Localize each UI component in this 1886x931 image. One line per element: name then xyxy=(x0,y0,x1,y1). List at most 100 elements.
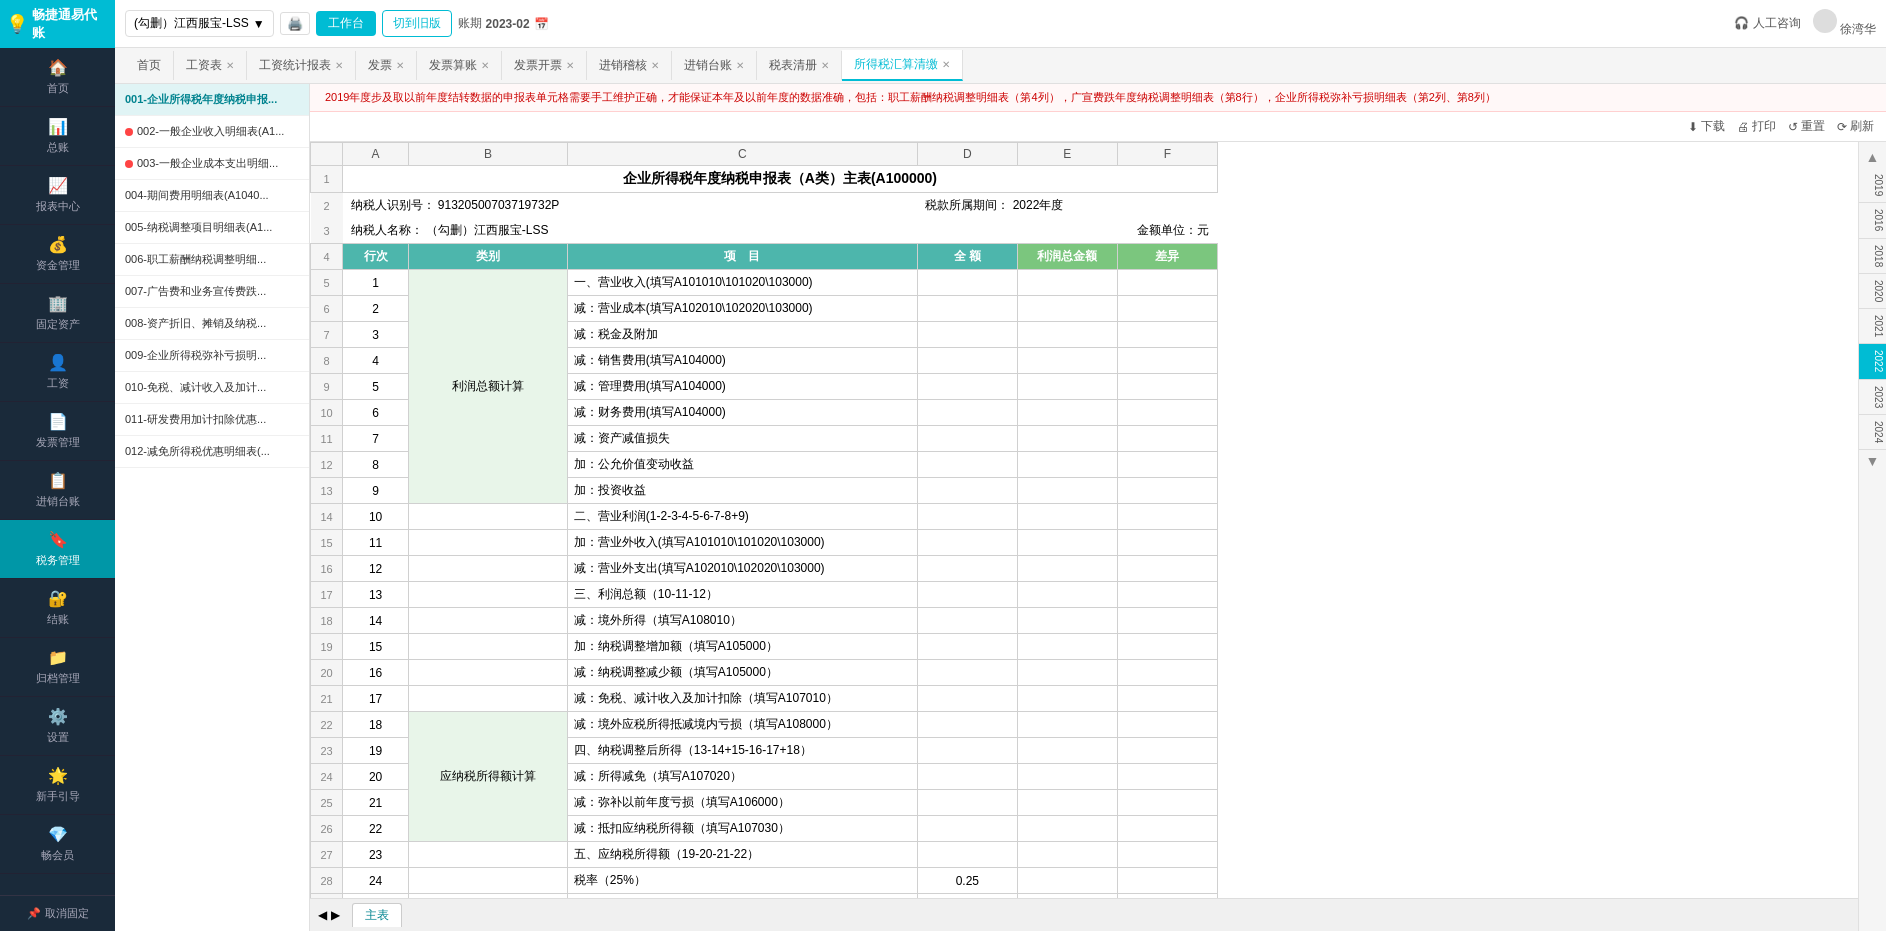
tab-home[interactable]: 首页 xyxy=(125,51,174,80)
table-row: 19 15 加：纳税调整增加额（填写A105000） xyxy=(311,634,1218,660)
item-label: 001-企业所得税年度纳税申报... xyxy=(125,92,277,107)
tab-close-icon[interactable]: ✕ xyxy=(736,60,744,71)
year-2019[interactable]: 2019 xyxy=(1859,168,1886,203)
tab-close-icon[interactable]: ✕ xyxy=(821,60,829,71)
amount-cell xyxy=(917,686,1017,712)
nav-left-arrow[interactable]: ◀ xyxy=(318,908,327,922)
row-number: 24 xyxy=(311,764,343,790)
print-icon-button[interactable]: 🖨️ xyxy=(280,12,310,35)
tab-close-icon[interactable]: ✕ xyxy=(651,60,659,71)
workspace-button[interactable]: 工作台 xyxy=(316,11,376,36)
left-panel-item-012[interactable]: 012-减免所得税优惠明细表(... xyxy=(115,436,309,468)
pin-icon: 📌 xyxy=(27,907,41,920)
profit-cell xyxy=(1017,504,1117,530)
tab-close-icon[interactable]: ✕ xyxy=(942,59,950,70)
tab-close-icon[interactable]: ✕ xyxy=(396,60,404,71)
left-panel-item-011[interactable]: 011-研发费用加计扣除优惠... xyxy=(115,404,309,436)
sidebar-item-guide[interactable]: 🌟 新手引导 xyxy=(0,756,115,815)
profit-cell xyxy=(1017,764,1117,790)
col-header-d: D xyxy=(917,143,1017,166)
left-panel-item-005[interactable]: 005-纳税调整项目明细表(A1... xyxy=(115,212,309,244)
sidebar-item-invoice[interactable]: 📄 发票管理 xyxy=(0,402,115,461)
left-panel-item-006[interactable]: 006-职工薪酬纳税调整明细... xyxy=(115,244,309,276)
tab-payroll-stats[interactable]: 工资统计报表 ✕ xyxy=(247,51,356,80)
sidebar-item-settings[interactable]: ⚙️ 设置 xyxy=(0,697,115,756)
sidebar-item-home[interactable]: 🏠 首页 xyxy=(0,48,115,107)
content-area: 001-企业所得税年度纳税申报... 002-一般企业收入明细表(A1... 0… xyxy=(115,84,1886,931)
left-panel-item-001[interactable]: 001-企业所得税年度纳税申报... xyxy=(115,84,309,116)
sidebar-item-label: 新手引导 xyxy=(36,789,80,804)
year-2022[interactable]: 2022 xyxy=(1859,344,1886,379)
refresh-button[interactable]: ⟳ 刷新 xyxy=(1837,118,1874,135)
row-number: 22 xyxy=(311,712,343,738)
sidebar-item-member[interactable]: 💎 畅会员 xyxy=(0,815,115,874)
year-2024[interactable]: 2024 xyxy=(1859,415,1886,450)
download-button[interactable]: ⬇ 下载 xyxy=(1688,118,1725,135)
company-selector[interactable]: (勾删）江西服宝-LSS ▼ xyxy=(125,10,274,37)
amount-cell xyxy=(917,764,1017,790)
tab-tax-clearance[interactable]: 税表清册 ✕ xyxy=(757,51,842,80)
old-version-button[interactable]: 切到旧版 xyxy=(382,10,452,37)
tab-invoice-calc[interactable]: 发票算账 ✕ xyxy=(417,51,502,80)
sidebar-item-payroll[interactable]: 👤 工资 xyxy=(0,343,115,402)
pin-label: 取消固定 xyxy=(45,906,89,921)
table-row: 5 1 利润总额计算 一、营业收入(填写A101010\101020\10300… xyxy=(311,270,1218,296)
tab-close-icon[interactable]: ✕ xyxy=(335,60,343,71)
sidebar-item-fixed-assets[interactable]: 🏢 固定资产 xyxy=(0,284,115,343)
sidebar-item-sales-ledger[interactable]: 📋 进销台账 xyxy=(0,461,115,520)
tab-payroll[interactable]: 工资表 ✕ xyxy=(174,51,247,80)
item-cell: 减：营业成本(填写A102010\102020\103000) xyxy=(567,296,917,322)
sidebar-pin-toggle[interactable]: 📌 取消固定 xyxy=(0,895,115,931)
year-2020[interactable]: 2020 xyxy=(1859,274,1886,309)
left-panel-item-003[interactable]: 003-一般企业成本支出明细... xyxy=(115,148,309,180)
home-icon: 🏠 xyxy=(48,58,68,77)
tab-invoice-open[interactable]: 发票开票 ✕ xyxy=(502,51,587,80)
tax-icon: 🔖 xyxy=(48,530,68,549)
year-2018[interactable]: 2018 xyxy=(1859,239,1886,274)
sidebar-logo: 💡 畅捷通易代账 xyxy=(0,0,115,48)
sidebar-item-general-ledger[interactable]: 📊 总账 xyxy=(0,107,115,166)
sidebar-item-closing[interactable]: 🔐 结账 xyxy=(0,579,115,638)
status-dot xyxy=(125,160,133,168)
year-2021[interactable]: 2021 xyxy=(1859,309,1886,344)
sidebar-item-archive[interactable]: 📁 归档管理 xyxy=(0,638,115,697)
left-panel-item-010[interactable]: 010-免税、减计收入及加计... xyxy=(115,372,309,404)
tab-close-icon[interactable]: ✕ xyxy=(566,60,574,71)
spreadsheet-wrapper[interactable]: A B C D E F xyxy=(310,142,1858,898)
table-row: 16 12 减：营业外支出(填写A102010\102020\103000) xyxy=(311,556,1218,582)
year-down-arrow[interactable]: ▼ xyxy=(1863,450,1883,472)
tab-purchase-check[interactable]: 进销稽核 ✕ xyxy=(587,51,672,80)
table-row: 21 17 减：免税、减计收入及加计扣除（填写A107010） xyxy=(311,686,1218,712)
invoice-icon: 📄 xyxy=(48,412,68,431)
sidebar-item-capital[interactable]: 💰 资金管理 xyxy=(0,225,115,284)
user-info[interactable]: 徐湾华 xyxy=(1813,9,1876,38)
amount-cell xyxy=(917,738,1017,764)
tab-income-tax[interactable]: 所得税汇算清缴 ✕ xyxy=(842,50,963,81)
left-panel-item-002[interactable]: 002-一般企业收入明细表(A1... xyxy=(115,116,309,148)
tab-invoice[interactable]: 发票 ✕ xyxy=(356,51,417,80)
company-name: (勾删）江西服宝-LSS xyxy=(134,15,249,32)
profit-cell xyxy=(1017,790,1117,816)
table-row: 15 11 加：营业外收入(填写A101010\101020\103000) xyxy=(311,530,1218,556)
year-2023[interactable]: 2023 xyxy=(1859,380,1886,415)
left-panel-item-007[interactable]: 007-广告费和业务宣传费跌... xyxy=(115,276,309,308)
year-2016[interactable]: 2016 xyxy=(1859,203,1886,238)
sidebar-item-report-center[interactable]: 📈 报表中心 xyxy=(0,166,115,225)
print-button[interactable]: 🖨 打印 xyxy=(1737,118,1776,135)
category-cell xyxy=(409,556,568,582)
left-panel-item-004[interactable]: 004-期间费用明细表(A1040... xyxy=(115,180,309,212)
sheet-tab-main[interactable]: 主表 xyxy=(352,903,402,927)
tab-sales-ledger[interactable]: 进销台账 ✕ xyxy=(672,51,757,80)
col-header-amount: 全 额 xyxy=(917,244,1017,270)
left-panel-item-009[interactable]: 009-企业所得税弥补亏损明... xyxy=(115,340,309,372)
tab-close-icon[interactable]: ✕ xyxy=(226,60,234,71)
service-button[interactable]: 🎧 人工咨询 xyxy=(1734,15,1800,32)
tab-close-icon[interactable]: ✕ xyxy=(481,60,489,71)
reset-button[interactable]: ↺ 重置 xyxy=(1788,118,1825,135)
year-up-arrow[interactable]: ▲ xyxy=(1863,146,1883,168)
nav-right-arrow[interactable]: ▶ xyxy=(331,908,340,922)
tab-label: 首页 xyxy=(137,57,161,74)
row-seq: 22 xyxy=(343,816,409,842)
sidebar-item-tax-mgmt[interactable]: 🔖 税务管理 xyxy=(0,520,115,579)
left-panel-item-008[interactable]: 008-资产折旧、摊销及纳税... xyxy=(115,308,309,340)
